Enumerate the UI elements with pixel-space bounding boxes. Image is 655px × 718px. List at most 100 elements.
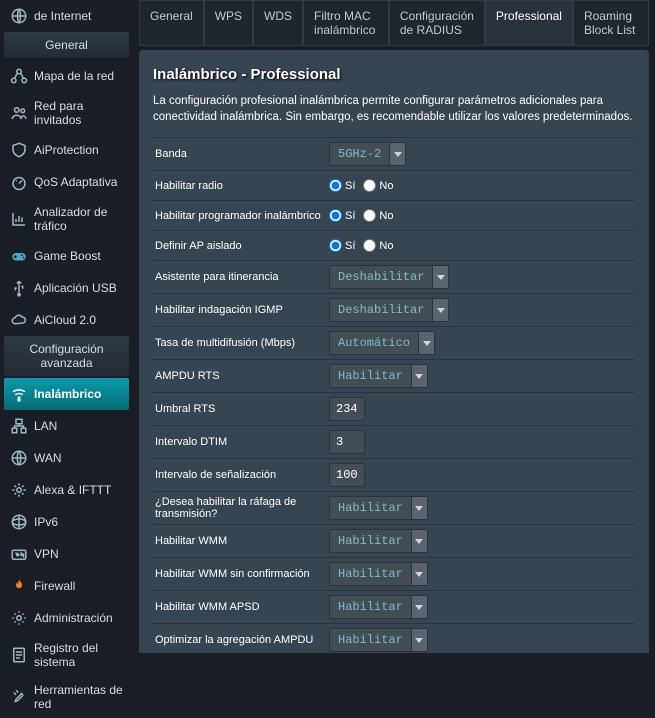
page-title: Inalámbrico - Professional: [153, 60, 635, 93]
form-row: Tasa de multidifusión (Mbps)Automático: [153, 326, 635, 359]
select[interactable]: Habilitar: [329, 562, 428, 586]
sidebar-item-alexa-ifttt[interactable]: Alexa & IFTTT: [4, 474, 129, 506]
form-label: Habilitar WMM APSD: [153, 601, 329, 613]
chevron-down-icon: [412, 529, 428, 553]
tab-mac-filter[interactable]: Filtro MAC inalámbrico: [303, 0, 389, 46]
select[interactable]: Habilitar: [329, 364, 428, 388]
globe-icon: [10, 7, 28, 25]
sidebar-advanced-list: InalámbricoLANWAN Alexa & IFTTT IPv6 VPN Fir…: [4, 378, 129, 718]
form-control: Sí No: [329, 179, 635, 192]
sidebar-item-usb-app[interactable]: Aplicación USB: [4, 272, 129, 304]
sidebar-item-network-tools[interactable]: Herramientas de red: [4, 676, 129, 718]
page-description: La configuración profesional inalámbrica…: [153, 93, 635, 125]
text-input[interactable]: [329, 397, 365, 421]
section-general-title: General: [4, 32, 129, 58]
tab-radius[interactable]: Configuración de RADIUS: [389, 0, 485, 46]
form-control: Habilitar: [329, 529, 635, 553]
sidebar-item-wireless[interactable]: Inalámbrico: [4, 378, 129, 410]
form-label: Umbral RTS: [153, 403, 329, 415]
text-input[interactable]: [329, 463, 365, 487]
form-row: Intervalo de señalización: [153, 458, 635, 491]
select[interactable]: Deshabilitar: [329, 298, 449, 322]
select[interactable]: Deshabilitar: [329, 265, 449, 289]
sidebar-item-label: VPN: [34, 547, 59, 561]
tab-roaming-block[interactable]: Roaming Block List: [573, 0, 649, 46]
radio-no[interactable]: No: [363, 209, 393, 222]
form-control: 5GHz-2: [329, 142, 635, 166]
radio-yes[interactable]: Sí: [329, 179, 355, 192]
sidebar-item-wan[interactable]: WAN: [4, 442, 129, 474]
select[interactable]: Habilitar: [329, 628, 428, 652]
tab-wds[interactable]: WDS: [253, 0, 303, 46]
form-label: ¿Desea habilitar la ráfaga de transmisió…: [153, 496, 329, 520]
sidebar-item-label: Red para invitados: [34, 99, 123, 127]
form-control: [329, 430, 635, 454]
select-value: Habilitar: [329, 595, 412, 619]
form-row: Asistente para itineranciaDeshabilitar: [153, 260, 635, 293]
text-input[interactable]: [329, 430, 365, 454]
sidebar-item-internet-partial[interactable]: de Internet: [4, 0, 129, 32]
radio-yes[interactable]: Sí: [329, 239, 355, 252]
sidebar-item-administration[interactable]: Administración: [4, 602, 129, 634]
chevron-down-icon: [412, 562, 428, 586]
form-control: Deshabilitar: [329, 298, 635, 322]
tab-wps[interactable]: WPS: [204, 0, 253, 46]
vpn-icon: [10, 545, 28, 563]
sidebar-item-guest-network[interactable]: Red para invitados: [4, 92, 129, 134]
sidebar-item-aiprotection[interactable]: AiProtection: [4, 134, 129, 166]
form: Banda5GHz-2Habilitar radio Sí NoHabilita…: [153, 137, 635, 653]
sidebar-item-aicloud[interactable]: AiCloud 2.0: [4, 304, 129, 336]
sidebar-item-label: Analizador de tráfico: [34, 205, 123, 233]
form-row: AMPDU RTSHabilitar: [153, 359, 635, 392]
sidebar-item-label: AiCloud 2.0: [34, 313, 96, 327]
form-control: Habilitar: [329, 364, 635, 388]
tabs: GeneralWPSWDSFiltro MAC inalámbricoConfi…: [139, 0, 649, 46]
sidebar-item-network-map[interactable]: Mapa de la red: [4, 60, 129, 92]
form-control: [329, 463, 635, 487]
select[interactable]: Habilitar: [329, 496, 428, 520]
sidebar-item-ipv6[interactable]: IPv6: [4, 506, 129, 538]
radio-no[interactable]: No: [363, 179, 393, 192]
select[interactable]: 5GHz-2: [329, 142, 406, 166]
chevron-down-icon: [412, 595, 428, 619]
sidebar-item-label: Alexa & IFTTT: [34, 483, 111, 497]
select[interactable]: Habilitar: [329, 595, 428, 619]
radio-yes[interactable]: Sí: [329, 209, 355, 222]
select-value: Habilitar: [329, 364, 412, 388]
form-control: [329, 397, 635, 421]
select[interactable]: Habilitar: [329, 529, 428, 553]
select-value: Habilitar: [329, 496, 412, 520]
sidebar-item-adaptive-qos[interactable]: QoS Adaptativa: [4, 166, 129, 198]
chevron-down-icon: [433, 298, 449, 322]
form-label: Habilitar indagación IGMP: [153, 304, 329, 316]
network-map-icon: [10, 67, 28, 85]
select-value: Automático: [329, 331, 419, 355]
chevron-down-icon: [412, 628, 428, 652]
chevron-down-icon: [412, 496, 428, 520]
tab-professional[interactable]: Professional: [485, 0, 573, 46]
form-row: Umbral RTS: [153, 392, 635, 425]
sidebar-item-traffic-analyzer[interactable]: Analizador de tráfico: [4, 198, 129, 240]
sidebar-item-label: de Internet: [34, 9, 91, 23]
radio-no[interactable]: No: [363, 239, 393, 252]
chevron-down-icon: [390, 142, 406, 166]
wan-icon: [10, 449, 28, 467]
sidebar-item-firewall[interactable]: Firewall: [4, 570, 129, 602]
tab-general[interactable]: General: [139, 0, 204, 46]
sidebar-item-game-boost[interactable]: Game Boost: [4, 240, 129, 272]
sidebar-item-lan[interactable]: LAN: [4, 410, 129, 442]
form-control: Sí No: [329, 209, 635, 222]
main-content: GeneralWPSWDSFiltro MAC inalámbricoConfi…: [133, 0, 655, 653]
form-row: Habilitar programador inalámbrico Sí No: [153, 200, 635, 230]
panel: Inalámbrico - Professional La configurac…: [139, 50, 649, 653]
sidebar-item-label: Herramientas de red: [34, 683, 123, 711]
sidebar-item-label: AiProtection: [34, 143, 99, 157]
network-tools-icon: [10, 688, 28, 706]
sidebar-item-system-log[interactable]: Registro del sistema: [4, 634, 129, 676]
select[interactable]: Automático: [329, 331, 435, 355]
form-row: Intervalo DTIM: [153, 425, 635, 458]
sidebar-item-vpn[interactable]: VPN: [4, 538, 129, 570]
administration-icon: [10, 609, 28, 627]
select-value: 5GHz-2: [329, 142, 390, 166]
form-label: Intervalo de señalización: [153, 469, 329, 481]
